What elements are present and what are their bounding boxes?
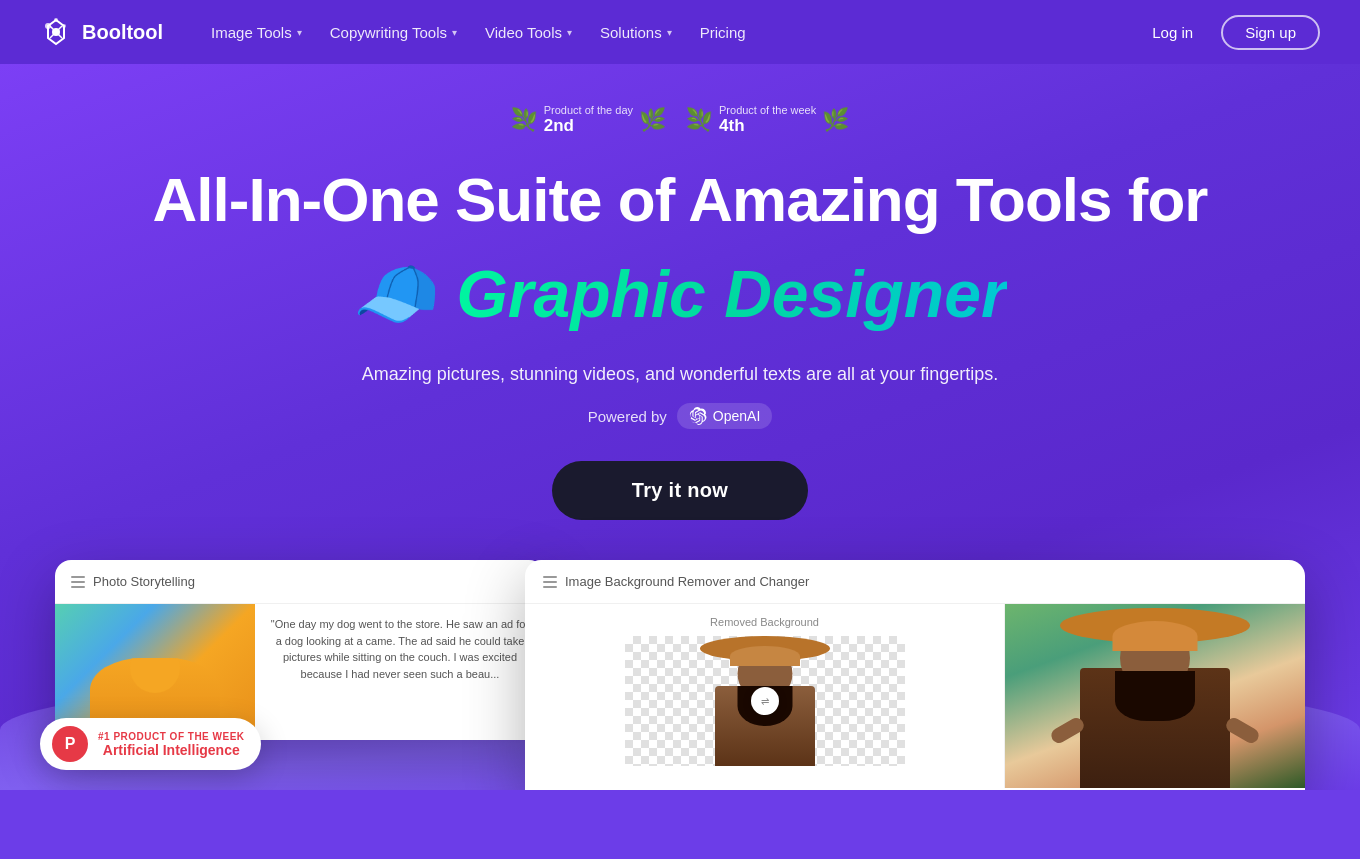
signup-button[interactable]: Sign up — [1221, 15, 1320, 50]
card-right-title: Image Background Remover and Changer — [565, 574, 809, 589]
split-handle[interactable]: ⇌ — [751, 687, 779, 715]
logo-text: Booltool — [82, 21, 163, 44]
nav-item-pricing[interactable]: Pricing — [688, 18, 758, 47]
svg-point-4 — [62, 24, 66, 28]
role-text: Graphic Designer — [456, 256, 1006, 332]
award-day-rank: 2nd — [544, 116, 633, 136]
navbar-right: Log in Sign up — [1140, 15, 1320, 50]
openai-badge: OpenAI — [677, 403, 772, 429]
nav-menu: Image Tools ▾ Copywriting Tools ▾ Video … — [199, 18, 757, 47]
nav-item-video-tools[interactable]: Video Tools ▾ — [473, 18, 584, 47]
card-left-title: Photo Storytelling — [93, 574, 195, 589]
hero-role-row: 🧢 Graphic Designer — [20, 244, 1340, 344]
award-week-label: Product of the week — [719, 104, 816, 116]
original-image — [1005, 604, 1305, 788]
removed-bg-label: Removed Background — [710, 616, 819, 628]
removed-bg-section: Removed Background — [525, 604, 1005, 788]
openai-label: OpenAI — [713, 408, 760, 424]
image-bg-remover-card: Image Background Remover and Changer Rem… — [525, 560, 1305, 790]
laurel-right-icon: 🌿 — [639, 107, 666, 133]
award-week-rank: 4th — [719, 116, 816, 136]
nav-item-solutions[interactable]: Solutions ▾ — [588, 18, 684, 47]
logo[interactable]: Booltool — [40, 16, 163, 48]
nav-item-image-tools[interactable]: Image Tools ▾ — [199, 18, 314, 47]
award-day-label: Product of the day — [544, 104, 633, 116]
try-it-now-button[interactable]: Try it now — [552, 461, 808, 520]
photo-storytelling-card: Photo Storytelling "One day my dog went … — [55, 560, 545, 740]
navbar-left: Booltool Image Tools ▾ Copywriting Tools… — [40, 16, 758, 48]
menu-icon-right — [543, 576, 557, 588]
powered-by-row: Powered by OpenAI — [20, 403, 1340, 429]
award-badge-week: 🌿 Product of the week 4th 🌿 — [686, 104, 849, 136]
login-button[interactable]: Log in — [1140, 18, 1205, 47]
awards-container: 🌿 Product of the day 2nd 🌿 🌿 Product of … — [20, 104, 1340, 136]
laurel-right-icon-2: 🌿 — [822, 107, 849, 133]
hero-subtitle: Amazing pictures, stunning videos, and w… — [20, 364, 1340, 385]
svg-point-5 — [54, 18, 58, 22]
logo-icon — [40, 16, 72, 48]
menu-icon — [71, 576, 85, 588]
navbar: Booltool Image Tools ▾ Copywriting Tools… — [0, 0, 1360, 64]
award-badge-day: 🌿 Product of the day 2nd 🌿 — [511, 104, 666, 136]
chevron-down-icon: ▾ — [567, 27, 572, 38]
checker-image: ⇌ — [625, 636, 905, 766]
nav-item-copywriting-tools[interactable]: Copywriting Tools ▾ — [318, 18, 469, 47]
card-left-story: "One day my dog went to the store. He sa… — [255, 604, 545, 738]
product-badge: P #1 PRODUCT OF THE WEEK Artificial Inte… — [40, 718, 261, 770]
original-section — [1005, 604, 1305, 788]
powered-by-label: Powered by — [588, 408, 667, 425]
hero-heading: All-In-One Suite of Amazing Tools for — [20, 166, 1340, 234]
badge-title: Artificial Intelligence — [98, 742, 245, 758]
badge-label: #1 PRODUCT OF THE WEEK — [98, 731, 245, 742]
laurel-left-icon: 🌿 — [511, 107, 538, 133]
openai-icon — [689, 407, 707, 425]
chevron-down-icon: ▾ — [297, 27, 302, 38]
laurel-left-icon-2: 🌿 — [686, 107, 713, 133]
chevron-down-icon: ▾ — [667, 27, 672, 38]
badge-icon: P — [52, 726, 88, 762]
chevron-down-icon: ▾ — [452, 27, 457, 38]
svg-point-3 — [45, 23, 51, 29]
hero-section: 🌿 Product of the day 2nd 🌿 🌿 Product of … — [0, 64, 1360, 790]
role-emoji: 🧢 — [353, 259, 440, 329]
